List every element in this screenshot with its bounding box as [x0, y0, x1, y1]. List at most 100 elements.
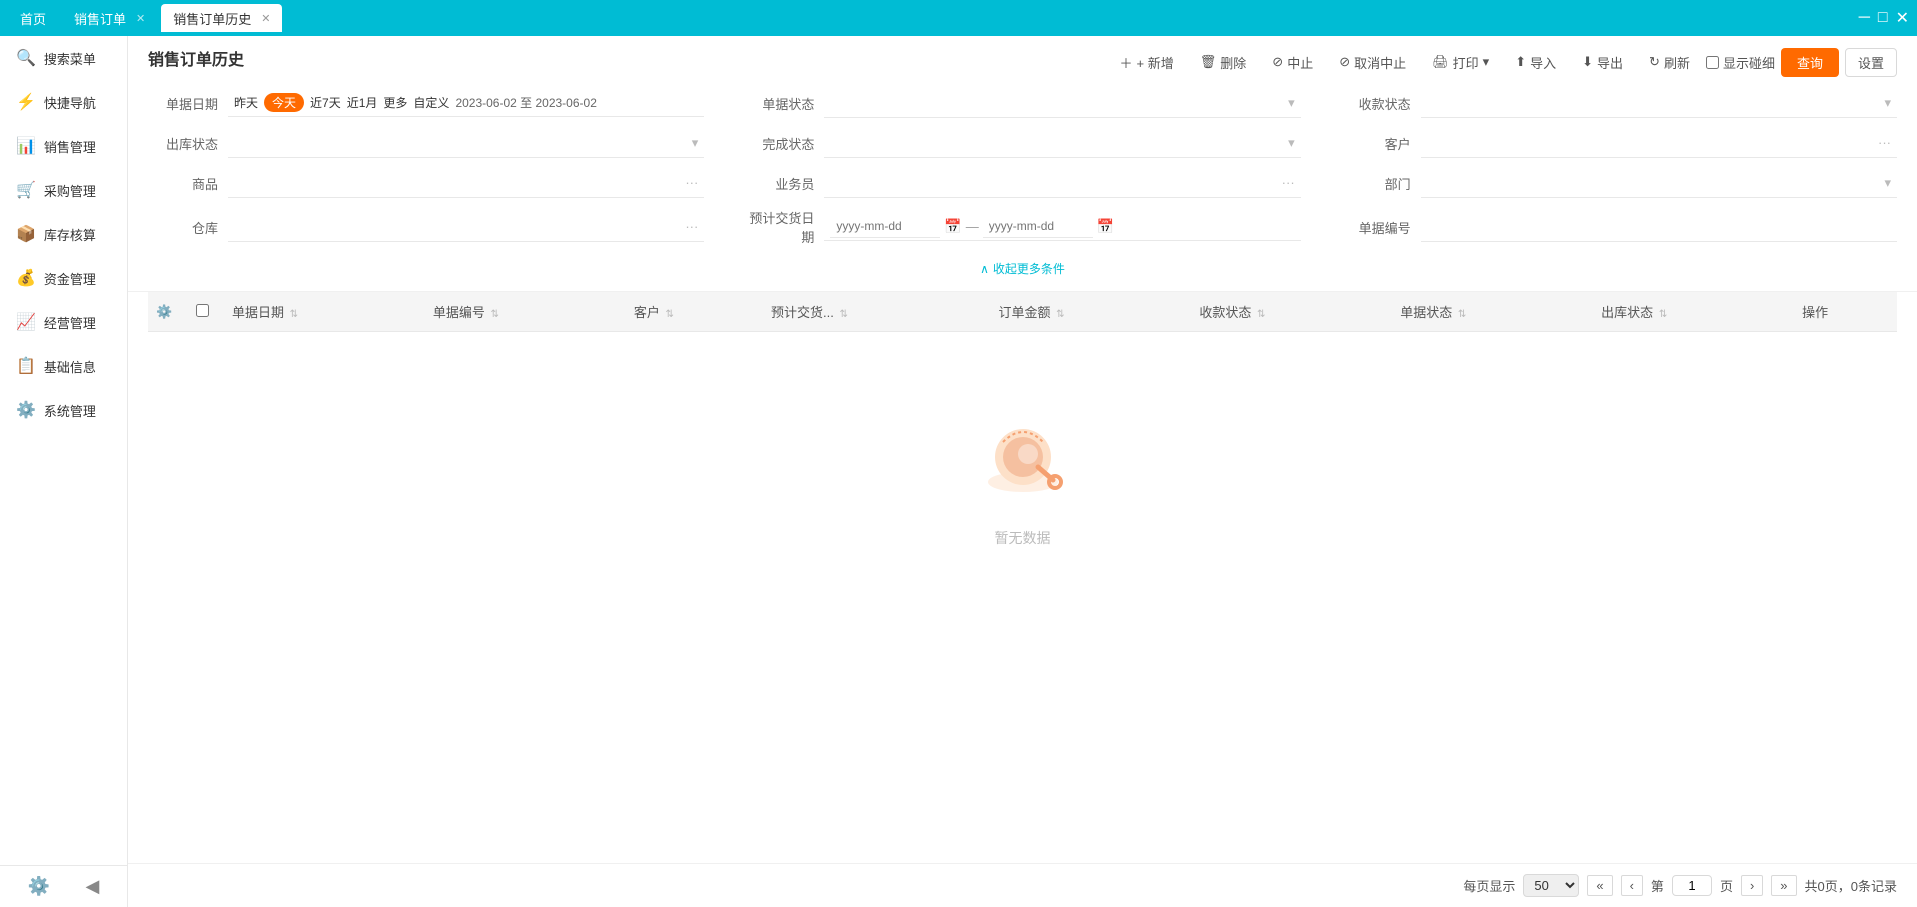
refresh-button[interactable]: ↻ 刷新 [1639, 49, 1700, 76]
th-bill-number[interactable]: 单据编号 ⇅ [425, 292, 626, 332]
date-today[interactable]: 今天 [264, 93, 304, 112]
prev-page-button[interactable]: ‹ [1621, 875, 1643, 896]
display-columns-checkbox[interactable] [1706, 56, 1719, 69]
display-columns-checkbox-label[interactable]: 显示碰细 [1706, 53, 1775, 72]
date-separator: — [966, 219, 979, 234]
display-columns-label: 显示碰细 [1723, 53, 1775, 72]
page-size-select[interactable]: 10 20 50 100 [1523, 874, 1579, 897]
delivery-date-label: 预计交货日期 [744, 208, 824, 246]
calendar-to-icon[interactable]: 📅 [1097, 218, 1114, 235]
sidebar-item-system[interactable]: ⚙️ 系统管理 [0, 388, 127, 432]
salesperson-filter[interactable]: ··· [824, 168, 1300, 198]
tab-sales-history-close[interactable]: ✕ [261, 12, 270, 25]
date-7days[interactable]: 近7天 [310, 94, 341, 111]
receipt-status-filter[interactable]: ▾ [1421, 88, 1897, 118]
sidebar-purchase-label: 采购管理 [44, 181, 96, 200]
th-receipt-status[interactable]: 收款状态 ⇅ [1191, 292, 1392, 332]
th-order-amount[interactable]: 订单金额 ⇅ [990, 292, 1191, 332]
tab-sales-order[interactable]: 销售订单 ✕ [62, 4, 157, 32]
pagination-bar: 每页显示 10 20 50 100 « ‹ 第 页 › » 共0页，0条记录 [128, 863, 1917, 907]
date-yesterday[interactable]: 昨天 [234, 94, 258, 111]
date-1month[interactable]: 近1月 [347, 94, 378, 111]
date-more[interactable]: 更多 [383, 94, 407, 111]
th-stock-out-status[interactable]: 出库状态 ⇅ [1593, 292, 1794, 332]
system-icon: ⚙️ [16, 400, 36, 420]
th-customer[interactable]: 客户 ⇅ [626, 292, 763, 332]
th-delivery-label: 预计交货... [771, 305, 834, 320]
bill-number-filter[interactable] [1421, 212, 1897, 242]
date-range-text: 2023-06-02 至 2023-06-02 [455, 94, 596, 111]
import-icon: ⬆ [1515, 54, 1526, 70]
import-button[interactable]: ⬆ 导入 [1505, 49, 1566, 76]
select-all-checkbox[interactable] [196, 304, 209, 317]
filter-row-2: 出库状态 ▾ 完成状态 ▾ 客户 ··· [148, 128, 1897, 158]
stop-button[interactable]: ⊘ 中止 [1262, 49, 1323, 76]
minimize-icon[interactable]: ─ [1859, 9, 1870, 27]
sidebar-basicinfo-label: 基础信息 [44, 357, 96, 376]
sidebar-item-search[interactable]: 🔍 搜索菜单 [0, 36, 127, 80]
goods-filter[interactable]: ··· [228, 168, 704, 198]
th-order-amount-label: 订单金额 [998, 305, 1050, 320]
basicinfo-icon: 📋 [16, 356, 36, 376]
warehouse-filter[interactable]: ··· [228, 212, 704, 242]
sidebar-item-inventory[interactable]: 📦 库存核算 [0, 212, 127, 256]
delivery-date-to[interactable] [983, 215, 1093, 238]
export-button[interactable]: ⬇ 导出 [1572, 49, 1633, 76]
complete-status-filter[interactable]: ▾ [824, 128, 1300, 158]
receipt-status-label: 收款状态 [1341, 94, 1421, 113]
delete-button[interactable]: 🗑 删除 [1190, 49, 1257, 76]
maximize-icon[interactable]: □ [1878, 9, 1888, 27]
sort-bill-date-icon: ⇅ [290, 309, 298, 320]
settings-button[interactable]: 设置 [1845, 48, 1897, 77]
bill-status-filter[interactable]: ▾ [824, 88, 1300, 118]
tab-sales-order-close[interactable]: ✕ [136, 12, 145, 25]
collapse-label: 收起更多条件 [993, 260, 1065, 277]
stock-out-filter[interactable]: ▾ [228, 128, 704, 158]
query-button[interactable]: 查询 [1781, 48, 1839, 77]
sidebar-item-quicknav[interactable]: ⚡ 快捷导航 [0, 80, 127, 124]
sidebar-item-operations[interactable]: 📈 经营管理 [0, 300, 127, 344]
sidebar-item-sales[interactable]: 📊 销售管理 [0, 124, 127, 168]
tab-sales-history-label: 销售订单历史 [173, 9, 251, 28]
tab-home[interactable]: 首页 [8, 4, 58, 32]
customer-filter[interactable]: ··· [1421, 128, 1897, 158]
close-window-icon[interactable]: ✕ [1896, 8, 1909, 28]
inventory-icon: 📦 [16, 224, 36, 244]
next-page-button[interactable]: › [1741, 875, 1763, 896]
bill-number-label: 单据编号 [1341, 218, 1421, 237]
th-bill-date[interactable]: 单据日期 ⇅ [224, 292, 425, 332]
page-title: 销售订单历史 [148, 46, 244, 70]
tab-sales-order-label: 销售订单 [74, 9, 126, 28]
th-customer-label: 客户 [634, 305, 660, 320]
sidebar-settings-icon[interactable]: ⚙️ [28, 876, 50, 897]
th-bill-status[interactable]: 单据状态 ⇅ [1392, 292, 1593, 332]
calendar-from-icon[interactable]: 📅 [944, 218, 961, 235]
first-page-button[interactable]: « [1587, 875, 1612, 896]
sales-icon: 📊 [16, 136, 36, 156]
sidebar-item-purchase[interactable]: 🛒 采购管理 [0, 168, 127, 212]
stop-icon: ⊘ [1272, 54, 1283, 70]
print-button[interactable]: 🖨 打印 ▾ [1422, 49, 1499, 76]
th-settings[interactable]: ⚙️ [148, 292, 188, 332]
sidebar-item-finance[interactable]: 💰 资金管理 [0, 256, 127, 300]
sort-bill-number-icon: ⇅ [491, 309, 499, 320]
new-button[interactable]: ＋ + 新增 [1110, 49, 1184, 76]
dept-filter[interactable]: ▾ [1421, 168, 1897, 198]
cancel-stop-button[interactable]: ⊘ 取消中止 [1329, 49, 1416, 76]
collapse-up-icon: ∧ [980, 262, 989, 276]
dept-arrow: ▾ [1884, 175, 1891, 191]
total-info: 共0页，0条记录 [1805, 876, 1897, 895]
collapse-btn[interactable]: ∧ 收起更多条件 [148, 256, 1897, 281]
tab-sales-history[interactable]: 销售订单历史 ✕ [161, 4, 282, 32]
customer-label: 客户 [1341, 134, 1421, 153]
page-number-input[interactable] [1672, 875, 1712, 896]
date-custom[interactable]: 自定义 [413, 94, 449, 111]
last-page-button[interactable]: » [1771, 875, 1796, 896]
sidebar-item-basicinfo[interactable]: 📋 基础信息 [0, 344, 127, 388]
sidebar-collapse-icon[interactable]: ◀ [85, 876, 99, 897]
th-delivery-date[interactable]: 预计交货... ⇅ [763, 292, 990, 332]
th-checkbox[interactable] [188, 292, 224, 332]
main-layout: 🔍 搜索菜单 ⚡ 快捷导航 📊 销售管理 🛒 采购管理 📦 库存核算 💰 资金管… [0, 36, 1917, 907]
window-controls: ─ □ ✕ [1859, 8, 1909, 28]
delivery-date-from[interactable] [830, 215, 940, 238]
